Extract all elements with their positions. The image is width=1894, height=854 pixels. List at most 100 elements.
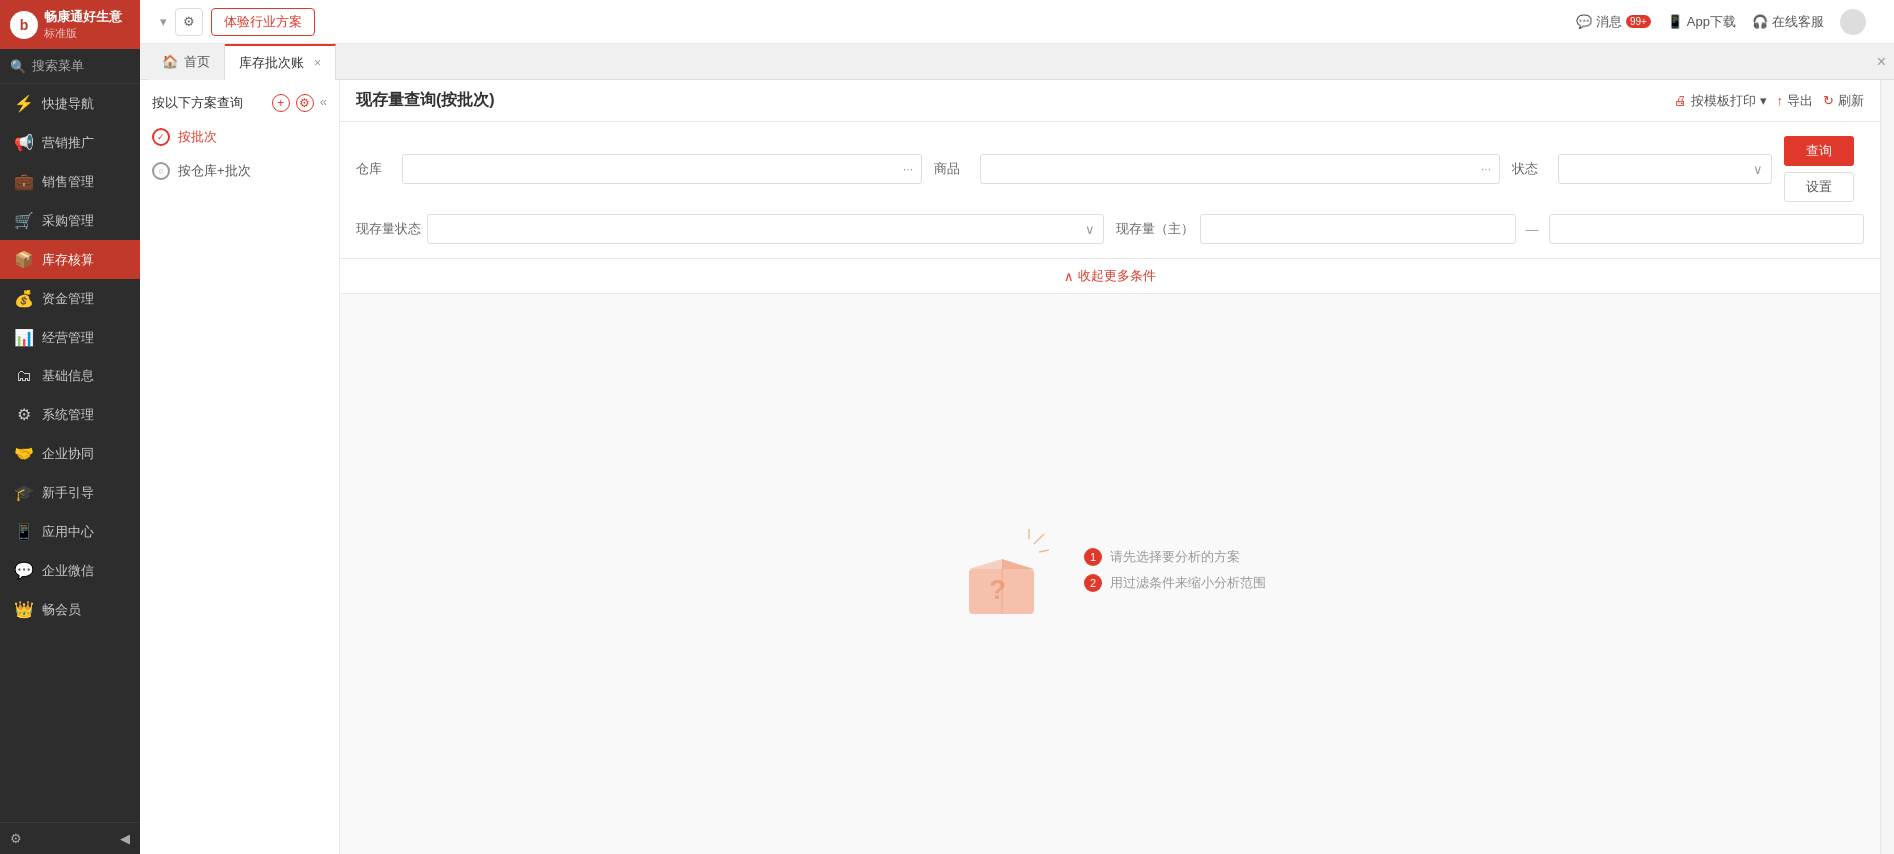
step-1-circle: 1 — [1084, 548, 1102, 566]
refresh-btn[interactable]: ↻ 刷新 — [1823, 92, 1864, 110]
sidebar-header: b 畅康通好生意 标准版 — [0, 0, 140, 49]
svg-text:?: ? — [989, 574, 1006, 605]
empty-text: 1 请先选择要分析的方案 2 用过滤条件来缩小分析范围 — [1084, 548, 1266, 600]
warehouse-more-icon[interactable]: ··· — [903, 162, 913, 176]
sidebar-item-zijin[interactable]: 💰 资金管理 — [0, 279, 140, 318]
sidebar-item-qiye[interactable]: 🤝 企业协同 — [0, 434, 140, 473]
sidebar-item-yingxiao[interactable]: 📢 营销推广 — [0, 123, 140, 162]
experience-btn[interactable]: 体验行业方案 — [211, 8, 315, 36]
empty-step1-label: 请先选择要分析的方案 — [1110, 548, 1240, 566]
topbar-dropdown-icon[interactable]: ▾ — [160, 14, 167, 29]
svg-line-5 — [1034, 534, 1044, 544]
product-label: 商品 — [934, 160, 974, 178]
stock-qty-to-input[interactable] — [1549, 214, 1865, 244]
product-field: 商品 ··· — [934, 154, 1500, 184]
tab-active-label: 库存批次账 — [239, 54, 304, 72]
message-icon: 💬 — [1576, 14, 1592, 29]
sidebar-item-kuaijie[interactable]: ⚡ 快捷导航 — [0, 84, 140, 123]
filter-item-cangku-label: 按仓库+批次 — [178, 162, 251, 180]
yingyong-icon: 📱 — [14, 522, 34, 541]
sidebar-item-yingyong[interactable]: 📱 应用中心 — [0, 512, 140, 551]
huiyuan-icon: 👑 — [14, 600, 34, 619]
filter-item-pici[interactable]: ✓ 按批次 — [140, 120, 339, 154]
avatar[interactable] — [1840, 9, 1866, 35]
sidebar-item-weixin[interactable]: 💬 企业微信 — [0, 551, 140, 590]
status-select[interactable]: ∨ — [1558, 154, 1772, 184]
xinshou-icon: 🎓 — [14, 483, 34, 502]
empty-step-2: 2 用过滤条件来缩小分析范围 — [1084, 574, 1266, 592]
qiye-icon: 🤝 — [14, 444, 34, 463]
settings-icon[interactable]: ⚙ — [10, 831, 22, 846]
empty-step2-label: 用过滤条件来缩小分析范围 — [1110, 574, 1266, 592]
stock-qty-field: 现存量（主） — — [1116, 214, 1864, 244]
sidebar-item-label: 资金管理 — [42, 290, 94, 308]
warehouse-input[interactable]: ··· — [402, 154, 922, 184]
collapse-sidebar-icon[interactable]: ◀ — [120, 831, 130, 846]
stock-status-arrow-icon: ∨ — [1085, 222, 1095, 237]
xiaoshou-icon: 💼 — [14, 172, 34, 191]
sidebar-item-label: 应用中心 — [42, 523, 94, 541]
filter-panel-title: 按以下方案查询 — [152, 94, 243, 112]
filter-panel-collapse-btn[interactable]: « — [320, 94, 327, 112]
zijin-icon: 💰 — [14, 289, 34, 308]
print-dropdown-icon[interactable]: ▾ — [1760, 93, 1767, 108]
sidebar-item-label: 新手引导 — [42, 484, 94, 502]
settings-btn[interactable]: 设置 — [1784, 172, 1854, 202]
collapse-more-btn[interactable]: ∧ 收起更多条件 — [340, 259, 1880, 294]
collapse-more-label: 收起更多条件 — [1078, 267, 1156, 285]
tab-close-btn[interactable]: × — [314, 56, 321, 70]
gear-icon: ⚙ — [183, 14, 195, 29]
sidebar-item-xiaoshou[interactable]: 💼 销售管理 — [0, 162, 140, 201]
topbar-gear-btn[interactable]: ⚙ — [175, 8, 203, 36]
tab-home[interactable]: 🏠 首页 — [148, 44, 225, 80]
sidebar-item-huiyuan[interactable]: 👑 畅会员 — [0, 590, 140, 629]
product-input[interactable]: ··· — [980, 154, 1500, 184]
empty-illustration: ? — [954, 524, 1054, 624]
yingxiao-icon: 📢 — [14, 133, 34, 152]
message-btn[interactable]: 💬 消息 99+ — [1576, 13, 1651, 31]
jichu-icon: 🗂 — [14, 367, 34, 385]
topbar-right: 💬 消息 99+ 📱 App下载 🎧 在线客服 — [1576, 9, 1882, 35]
filter-settings-icon[interactable]: ⚙ — [296, 94, 314, 112]
status-field: 状态 ∨ — [1512, 154, 1772, 184]
sidebar-item-jichu[interactable]: 🗂 基础信息 — [0, 357, 140, 395]
sidebar-logo: b — [10, 11, 38, 39]
sidebar-version: 标准版 — [44, 26, 122, 41]
phone-icon: 📱 — [1667, 14, 1683, 29]
step-2-circle: 2 — [1084, 574, 1102, 592]
app-download-label: App下载 — [1687, 13, 1736, 31]
stock-qty-from-input[interactable] — [1200, 214, 1516, 244]
content-area: 按以下方案查询 + ⚙ « ✓ 按批次 ○ 按仓库+批次 现存量查询(按批次) — [140, 80, 1894, 854]
status-arrow-icon: ∨ — [1753, 162, 1763, 177]
message-label: 消息 — [1596, 13, 1622, 31]
product-more-icon[interactable]: ··· — [1481, 162, 1491, 176]
filter-panel: 按以下方案查询 + ⚙ « ✓ 按批次 ○ 按仓库+批次 — [140, 80, 340, 854]
filter-item-cangku-pici[interactable]: ○ 按仓库+批次 — [140, 154, 339, 188]
tab-bar-close-btn[interactable]: × — [1877, 53, 1886, 71]
print-btn[interactable]: 🖨 按模板打印 ▾ — [1674, 92, 1767, 110]
export-btn[interactable]: ↑ 导出 — [1777, 92, 1814, 110]
empty-step-1: 1 请先选择要分析的方案 — [1084, 548, 1266, 566]
service-icon: 🎧 — [1752, 14, 1768, 29]
sidebar-search[interactable]: 🔍 搜索菜单 — [0, 49, 140, 84]
topbar-left: ▾ ⚙ 体验行业方案 — [152, 8, 1566, 36]
filter-add-icon[interactable]: + — [272, 94, 290, 112]
sidebar-item-xitong[interactable]: ⚙ 系统管理 — [0, 395, 140, 434]
app-download-btn[interactable]: 📱 App下载 — [1667, 13, 1736, 31]
sidebar-item-xinshou[interactable]: 🎓 新手引导 — [0, 473, 140, 512]
sidebar-item-caigou[interactable]: 🛒 采购管理 — [0, 201, 140, 240]
tab-kucun-pici[interactable]: 库存批次账 × — [225, 44, 336, 80]
right-scrollbar[interactable] — [1880, 80, 1894, 854]
export-label: 导出 — [1787, 92, 1813, 110]
sidebar-item-jingying[interactable]: 📊 经营管理 — [0, 318, 140, 357]
refresh-label: 刷新 — [1838, 92, 1864, 110]
query-btn[interactable]: 查询 — [1784, 136, 1854, 166]
filter-panel-actions: + ⚙ « — [272, 94, 327, 112]
online-service-btn[interactable]: 🎧 在线客服 — [1752, 13, 1824, 31]
stock-status-select[interactable]: ∨ — [427, 214, 1104, 244]
filter-panel-header: 按以下方案查询 + ⚙ « — [140, 90, 339, 120]
sidebar-item-kucun[interactable]: 📦 库存核算 — [0, 240, 140, 279]
sidebar-item-label: 畅会员 — [42, 601, 81, 619]
export-icon: ↑ — [1777, 93, 1784, 108]
sidebar-item-label: 营销推广 — [42, 134, 94, 152]
